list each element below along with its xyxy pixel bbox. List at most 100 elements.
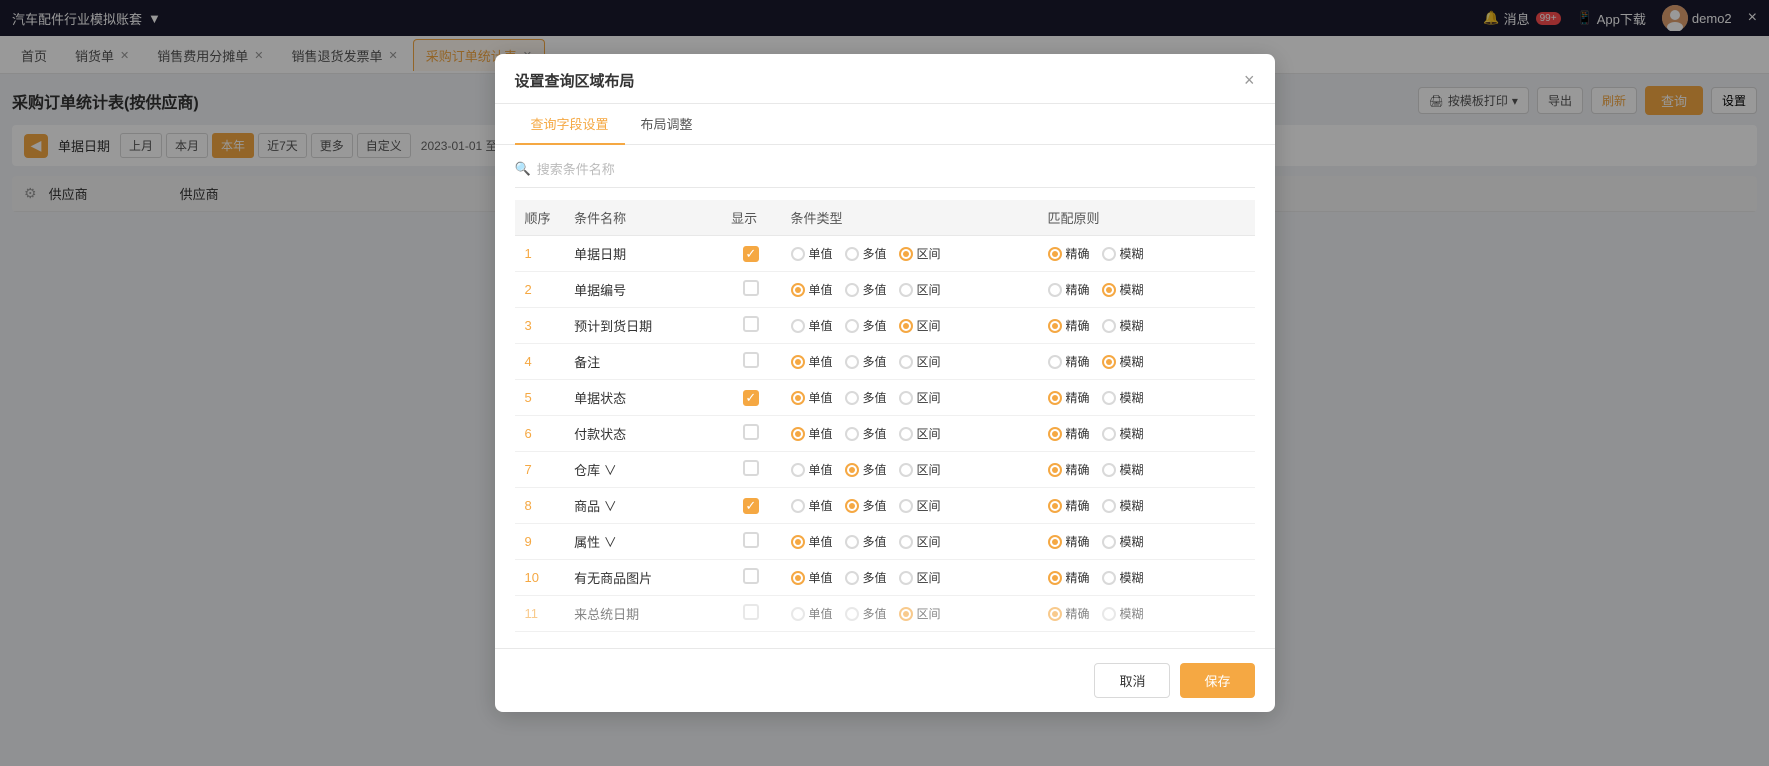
modal-tab-fields[interactable]: 查询字段设置	[515, 104, 625, 145]
type-radio-item[interactable]: 区间	[899, 425, 941, 442]
match-radio-item[interactable]: 精确	[1048, 497, 1090, 514]
match-radio-item[interactable]: 精确	[1048, 389, 1090, 406]
cancel-btn[interactable]: 取消	[1094, 663, 1170, 698]
type-radio-item[interactable]: 单值	[791, 605, 833, 622]
radio-label: 精确	[1066, 317, 1090, 334]
modal-close-btn[interactable]: ×	[1244, 70, 1255, 91]
cell-show[interactable]	[721, 560, 780, 596]
type-radio-item[interactable]: 多值	[845, 281, 887, 298]
show-checkbox[interactable]: ✓	[743, 390, 759, 406]
modal-tab-layout[interactable]: 布局调整	[625, 104, 709, 145]
match-radio-item[interactable]: 模糊	[1102, 533, 1144, 550]
match-radio-item[interactable]: 模糊	[1102, 497, 1144, 514]
type-radio-item[interactable]: 多值	[845, 497, 887, 514]
match-radio-item[interactable]: 精确	[1048, 533, 1090, 550]
show-checkbox[interactable]: ✓	[743, 246, 759, 262]
cell-show[interactable]	[721, 344, 780, 380]
match-radio-item[interactable]: 模糊	[1102, 461, 1144, 478]
order-num: 1	[525, 246, 532, 261]
type-radio-item[interactable]: 单值	[791, 245, 833, 262]
type-radio-item[interactable]: 多值	[845, 317, 887, 334]
match-radio-item[interactable]: 模糊	[1102, 245, 1144, 262]
type-radio-item[interactable]: 多值	[845, 569, 887, 586]
modal-title: 设置查询区域布局	[515, 70, 635, 91]
type-radio-item[interactable]: 单值	[791, 425, 833, 442]
match-radio-item[interactable]: 模糊	[1102, 389, 1144, 406]
radio-circle	[845, 355, 859, 369]
type-radio-item[interactable]: 单值	[791, 533, 833, 550]
type-radio-item[interactable]: 多值	[845, 605, 887, 622]
match-radio-item[interactable]: 精确	[1048, 461, 1090, 478]
match-radio-item[interactable]: 精确	[1048, 281, 1090, 298]
type-radio-item[interactable]: 多值	[845, 389, 887, 406]
match-radio-item[interactable]: 精确	[1048, 245, 1090, 262]
show-checkbox[interactable]	[743, 424, 759, 440]
type-radio-item[interactable]: 单值	[791, 353, 833, 370]
type-radio-item[interactable]: 单值	[791, 317, 833, 334]
radio-label: 区间	[917, 245, 941, 262]
show-checkbox[interactable]	[743, 604, 759, 620]
show-checkbox[interactable]	[743, 352, 759, 368]
cell-show[interactable]	[721, 452, 780, 488]
type-radio-item[interactable]: 区间	[899, 605, 941, 622]
match-radio-item[interactable]: 模糊	[1102, 281, 1144, 298]
show-checkbox[interactable]	[743, 316, 759, 332]
cell-show[interactable]	[721, 596, 780, 632]
type-radio-item[interactable]: 单值	[791, 569, 833, 586]
match-radio-item[interactable]: 精确	[1048, 317, 1090, 334]
match-radio-item[interactable]: 模糊	[1102, 425, 1144, 442]
order-num: 2	[525, 282, 532, 297]
type-radio-item[interactable]: 区间	[899, 317, 941, 334]
cell-show[interactable]	[721, 524, 780, 560]
type-radio-group: 单值多值区间	[791, 533, 1028, 550]
radio-circle	[1102, 571, 1116, 585]
save-btn[interactable]: 保存	[1180, 663, 1254, 698]
search-input[interactable]	[537, 162, 737, 177]
match-radio-item[interactable]: 模糊	[1102, 569, 1144, 586]
cell-show[interactable]	[721, 308, 780, 344]
type-radio-item[interactable]: 单值	[791, 389, 833, 406]
type-radio-item[interactable]: 区间	[899, 497, 941, 514]
match-radio-item[interactable]: 精确	[1048, 425, 1090, 442]
radio-circle	[899, 355, 913, 369]
type-radio-item[interactable]: 区间	[899, 281, 941, 298]
order-num: 6	[525, 426, 532, 441]
show-checkbox[interactable]	[743, 532, 759, 548]
cell-show[interactable]: ✓	[721, 236, 780, 272]
cell-show[interactable]	[721, 272, 780, 308]
match-radio-item[interactable]: 模糊	[1102, 317, 1144, 334]
type-radio-item[interactable]: 区间	[899, 569, 941, 586]
radio-label: 多值	[863, 245, 887, 262]
match-radio-item[interactable]: 精确	[1048, 569, 1090, 586]
type-radio-item[interactable]: 多值	[845, 461, 887, 478]
show-checkbox[interactable]	[743, 568, 759, 584]
type-radio-item[interactable]: 区间	[899, 353, 941, 370]
cell-type: 单值多值区间	[781, 560, 1038, 596]
type-radio-item[interactable]: 多值	[845, 353, 887, 370]
type-radio-item[interactable]: 区间	[899, 245, 941, 262]
cell-show[interactable]	[721, 416, 780, 452]
radio-label: 多值	[863, 389, 887, 406]
radio-label: 模糊	[1120, 497, 1144, 514]
radio-label: 精确	[1066, 461, 1090, 478]
match-radio-item[interactable]: 精确	[1048, 605, 1090, 622]
radio-label: 区间	[917, 461, 941, 478]
match-radio-item[interactable]: 模糊	[1102, 353, 1144, 370]
type-radio-item[interactable]: 多值	[845, 425, 887, 442]
type-radio-item[interactable]: 单值	[791, 281, 833, 298]
type-radio-item[interactable]: 区间	[899, 461, 941, 478]
type-radio-item[interactable]: 区间	[899, 533, 941, 550]
type-radio-item[interactable]: 多值	[845, 533, 887, 550]
type-radio-item[interactable]: 区间	[899, 389, 941, 406]
match-radio-item[interactable]: 模糊	[1102, 605, 1144, 622]
cell-name: 单据日期	[564, 236, 721, 272]
cell-show[interactable]: ✓	[721, 380, 780, 416]
match-radio-item[interactable]: 精确	[1048, 353, 1090, 370]
show-checkbox[interactable]	[743, 460, 759, 476]
show-checkbox[interactable]: ✓	[743, 498, 759, 514]
type-radio-item[interactable]: 多值	[845, 245, 887, 262]
type-radio-item[interactable]: 单值	[791, 461, 833, 478]
type-radio-item[interactable]: 单值	[791, 497, 833, 514]
cell-show[interactable]: ✓	[721, 488, 780, 524]
show-checkbox[interactable]	[743, 280, 759, 296]
